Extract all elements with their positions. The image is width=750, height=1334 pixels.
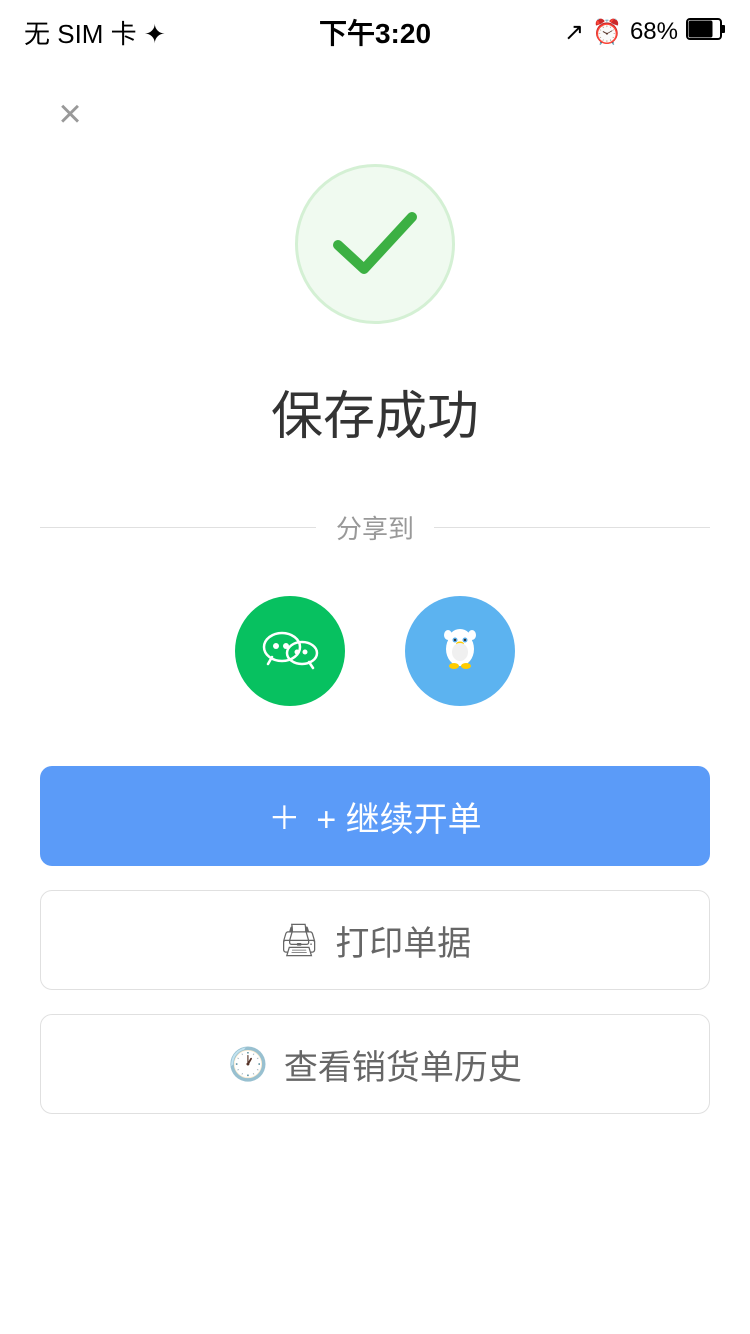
divider-left bbox=[40, 527, 316, 528]
share-section: 分享到 bbox=[40, 509, 710, 706]
status-right: ↗ ⏰ 68% bbox=[564, 18, 726, 47]
share-icons bbox=[40, 596, 710, 706]
battery-icon bbox=[686, 18, 726, 47]
print-button[interactable]: 🖨 打印单据 bbox=[40, 890, 710, 990]
close-icon: × bbox=[58, 94, 81, 134]
wechat-share-button[interactable] bbox=[235, 596, 345, 706]
print-label: 打印单据 bbox=[335, 916, 471, 965]
history-button[interactable]: 🕐 查看销货单历史 bbox=[40, 1014, 710, 1114]
status-bar: 无 SIM 卡 ✦ 下午3:20 ↗ ⏰ 68% bbox=[0, 0, 750, 64]
close-button[interactable]: × bbox=[40, 84, 100, 144]
success-circle bbox=[295, 164, 455, 324]
print-icon: 🖨 bbox=[279, 921, 320, 959]
status-left: 无 SIM 卡 ✦ bbox=[24, 14, 166, 51]
history-label: 查看销货单历史 bbox=[284, 1040, 522, 1089]
wechat-icon bbox=[258, 619, 323, 684]
share-divider: 分享到 bbox=[40, 509, 710, 546]
plus-icon: ＋ bbox=[268, 793, 300, 839]
checkmark-icon bbox=[330, 207, 420, 282]
history-icon: 🕐 bbox=[228, 1045, 268, 1083]
battery-label: 68% bbox=[630, 18, 678, 46]
share-label: 分享到 bbox=[336, 509, 414, 546]
continue-label: + 继续开单 bbox=[316, 792, 481, 841]
continue-button[interactable]: ＋ + 继续开单 bbox=[40, 766, 710, 866]
main-content: × 保存成功 分享到 bbox=[0, 64, 750, 1114]
qq-share-button[interactable] bbox=[405, 596, 515, 706]
qq-icon bbox=[428, 619, 493, 684]
action-buttons: ＋ + 继续开单 🖨 打印单据 🕐 查看销货单历史 bbox=[40, 766, 710, 1114]
sim-label: 无 SIM 卡 ✦ bbox=[24, 14, 166, 51]
divider-right bbox=[434, 527, 710, 528]
location-icon: ↗ bbox=[564, 18, 584, 47]
alarm-icon: ⏰ bbox=[592, 18, 622, 47]
success-title: 保存成功 bbox=[271, 374, 479, 449]
status-time: 下午3:20 bbox=[319, 12, 431, 52]
